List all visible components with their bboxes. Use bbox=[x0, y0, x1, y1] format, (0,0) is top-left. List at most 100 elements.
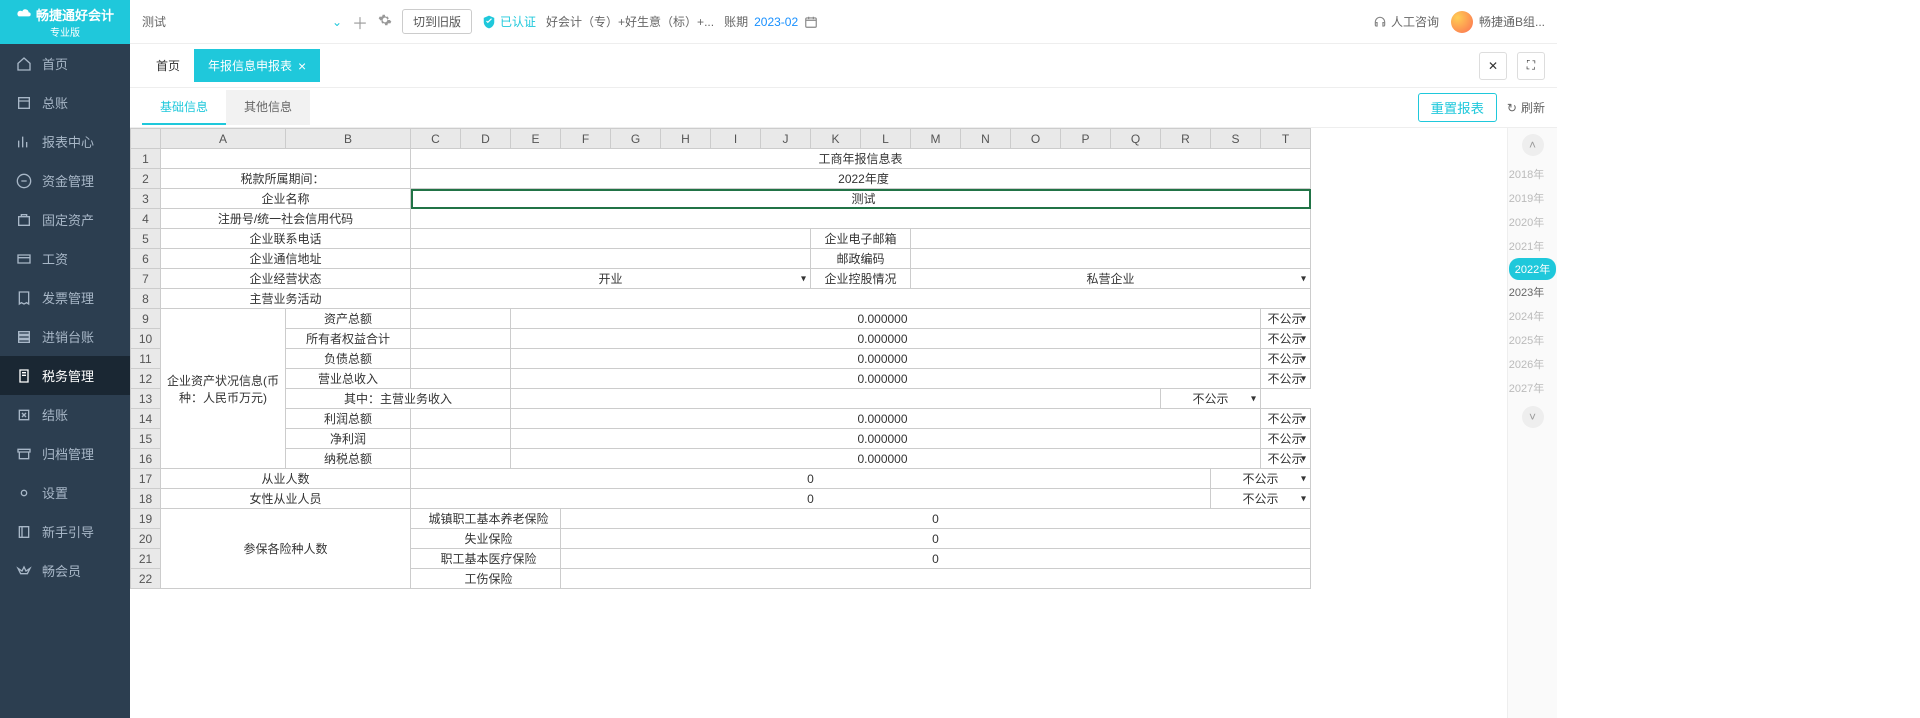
row-header[interactable]: 5 bbox=[131, 229, 161, 249]
year-next-button[interactable]: ˅ bbox=[1522, 406, 1544, 428]
year-item[interactable]: 2019年 bbox=[1509, 186, 1556, 210]
phone-cell[interactable] bbox=[411, 229, 811, 249]
nav-item-salary[interactable]: 工资 bbox=[0, 239, 130, 278]
col-header[interactable]: S bbox=[1211, 129, 1261, 149]
nav-item-chart[interactable]: 报表中心 bbox=[0, 122, 130, 161]
year-item[interactable]: 2021年 bbox=[1509, 234, 1556, 258]
col-header[interactable]: N bbox=[961, 129, 1011, 149]
fin-value-cell[interactable]: 0.000000 bbox=[511, 369, 1261, 389]
fin-value-cell[interactable]: 0.000000 bbox=[511, 449, 1261, 469]
year-item[interactable]: 2027年 bbox=[1509, 376, 1556, 400]
row-header[interactable]: 17 bbox=[131, 469, 161, 489]
row-header[interactable]: 19 bbox=[131, 509, 161, 529]
col-header[interactable]: D bbox=[461, 129, 511, 149]
col-header[interactable]: G bbox=[611, 129, 661, 149]
nav-item-close[interactable]: 结账 bbox=[0, 395, 130, 434]
main-biz-cell[interactable] bbox=[411, 289, 1311, 309]
fin-value-cell[interactable]: 0.000000 bbox=[511, 349, 1261, 369]
row-header[interactable]: 20 bbox=[131, 529, 161, 549]
insure-value-cell[interactable]: 0 bbox=[561, 549, 1311, 569]
refresh-button[interactable]: ↻ 刷新 bbox=[1507, 99, 1545, 116]
help-button[interactable]: 人工咨询 bbox=[1373, 13, 1439, 30]
addr-cell[interactable] bbox=[411, 249, 811, 269]
fin-pub-cell[interactable]: 不公示 bbox=[1261, 309, 1311, 329]
row-header[interactable]: 18 bbox=[131, 489, 161, 509]
spreadsheet[interactable]: ABCDEFGHIJKLMNOPQRST1工商年报信息表2税款所属期间：2022… bbox=[130, 128, 1311, 589]
fin-value-cell[interactable]: 0.000000 bbox=[511, 329, 1261, 349]
row-header[interactable]: 6 bbox=[131, 249, 161, 269]
row-header[interactable]: 21 bbox=[131, 549, 161, 569]
col-header[interactable]: T bbox=[1261, 129, 1311, 149]
nav-item-fund[interactable]: 资金管理 bbox=[0, 161, 130, 200]
nav-item-ledger[interactable]: 总账 bbox=[0, 83, 130, 122]
col-header[interactable]: C bbox=[411, 129, 461, 149]
org-settings-button[interactable] bbox=[378, 13, 392, 30]
nav-item-invoice[interactable]: 发票管理 bbox=[0, 278, 130, 317]
emp-value-cell[interactable]: 0 bbox=[411, 469, 1211, 489]
fin-pub-cell[interactable]: 不公示 bbox=[1261, 349, 1311, 369]
row-header[interactable]: 1 bbox=[131, 149, 161, 169]
row-header[interactable]: 12 bbox=[131, 369, 161, 389]
row-header[interactable]: 7 bbox=[131, 269, 161, 289]
row-header[interactable]: 22 bbox=[131, 569, 161, 589]
company-name-cell[interactable]: 测试 bbox=[411, 189, 1311, 209]
female-pub-cell[interactable]: 不公示 bbox=[1211, 489, 1311, 509]
year-item[interactable]: 2023年 bbox=[1509, 280, 1556, 304]
fin-value-cell[interactable] bbox=[511, 389, 1161, 409]
tab-1[interactable]: 年报信息申报表× bbox=[194, 49, 320, 82]
holding-cell[interactable]: 私营企业 bbox=[911, 269, 1311, 289]
col-header[interactable]: O bbox=[1011, 129, 1061, 149]
status-cell[interactable]: 开业 bbox=[411, 269, 811, 289]
year-item[interactable]: 2026年 bbox=[1509, 352, 1556, 376]
col-header[interactable]: R bbox=[1161, 129, 1211, 149]
insure-value-cell[interactable] bbox=[561, 569, 1311, 589]
col-header[interactable]: I bbox=[711, 129, 761, 149]
row-header[interactable]: 11 bbox=[131, 349, 161, 369]
col-header[interactable]: L bbox=[861, 129, 911, 149]
year-item[interactable]: 2018年 bbox=[1509, 162, 1556, 186]
row-header[interactable]: 14 bbox=[131, 409, 161, 429]
nav-item-home[interactable]: 首页 bbox=[0, 44, 130, 83]
col-header[interactable]: P bbox=[1061, 129, 1111, 149]
fin-value-cell[interactable]: 0.000000 bbox=[511, 309, 1261, 329]
nav-item-vip[interactable]: 畅会员 bbox=[0, 551, 130, 590]
fin-value-cell[interactable]: 0.000000 bbox=[511, 409, 1261, 429]
row-header[interactable]: 4 bbox=[131, 209, 161, 229]
col-header[interactable]: B bbox=[286, 129, 411, 149]
reg-no-cell[interactable] bbox=[411, 209, 1311, 229]
row-header[interactable]: 2 bbox=[131, 169, 161, 189]
nav-item-setting[interactable]: 设置 bbox=[0, 473, 130, 512]
brand-logo[interactable]: 畅捷通好会计 专业版 bbox=[0, 0, 130, 44]
calendar-icon[interactable] bbox=[804, 15, 818, 29]
close-all-tabs-button[interactable]: ✕ bbox=[1479, 52, 1507, 80]
nav-item-psi[interactable]: 进销台账 bbox=[0, 317, 130, 356]
add-org-button[interactable]: ＋ bbox=[352, 10, 368, 34]
period-value[interactable]: 2023-02 bbox=[754, 15, 798, 29]
fin-pub-cell[interactable]: 不公示 bbox=[1261, 449, 1311, 469]
user-menu[interactable]: 畅捷通B组... bbox=[1451, 11, 1545, 33]
fin-pub-cell[interactable]: 不公示 bbox=[1161, 389, 1261, 409]
fin-pub-cell[interactable]: 不公示 bbox=[1261, 329, 1311, 349]
verified-badge[interactable]: 已认证 bbox=[482, 13, 536, 30]
nav-item-asset[interactable]: 固定资产 bbox=[0, 200, 130, 239]
col-header[interactable]: A bbox=[161, 129, 286, 149]
fin-value-cell[interactable]: 0.000000 bbox=[511, 429, 1261, 449]
col-header[interactable]: K bbox=[811, 129, 861, 149]
switch-old-button[interactable]: 切到旧版 bbox=[402, 9, 472, 34]
col-header[interactable]: J bbox=[761, 129, 811, 149]
nav-item-guide[interactable]: 新手引导 bbox=[0, 512, 130, 551]
fin-pub-cell[interactable]: 不公示 bbox=[1261, 429, 1311, 449]
fullscreen-button[interactable]: ⛶ bbox=[1517, 52, 1545, 80]
fin-pub-cell[interactable]: 不公示 bbox=[1261, 369, 1311, 389]
year-item[interactable]: 2025年 bbox=[1509, 328, 1556, 352]
subtab-1[interactable]: 其他信息 bbox=[226, 90, 310, 125]
year-prev-button[interactable]: ˄ bbox=[1522, 134, 1544, 156]
subtab-0[interactable]: 基础信息 bbox=[142, 90, 226, 125]
row-header[interactable]: 3 bbox=[131, 189, 161, 209]
sheet-corner[interactable] bbox=[131, 129, 161, 149]
nav-item-tax[interactable]: 税务管理 bbox=[0, 356, 130, 395]
tab-0[interactable]: 首页 bbox=[142, 49, 194, 82]
year-item[interactable]: 2022年 bbox=[1509, 258, 1556, 280]
tab-close-icon[interactable]: × bbox=[298, 58, 306, 74]
col-header[interactable]: F bbox=[561, 129, 611, 149]
